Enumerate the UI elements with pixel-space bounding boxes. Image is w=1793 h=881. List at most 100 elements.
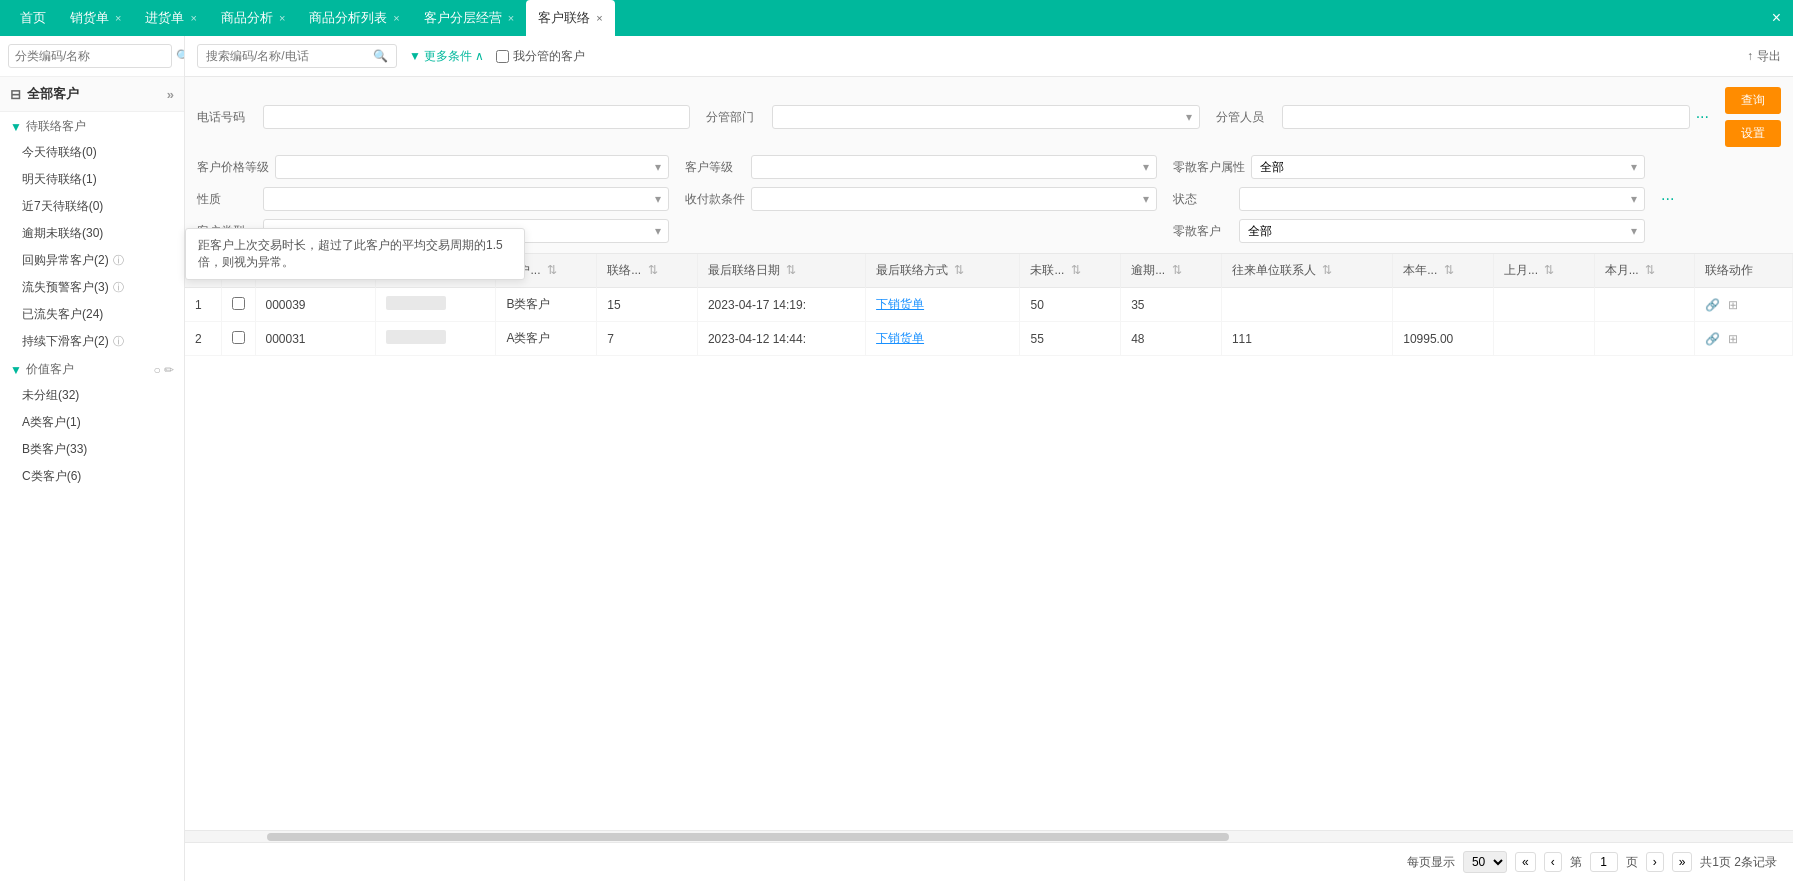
phone-input[interactable] [263,105,690,129]
th-actions: 联络动作 [1695,254,1793,288]
my-customers-checkbox[interactable] [496,50,509,63]
sidebar-item-lost-pre[interactable]: 流失预警客户(3) ⓘ [0,274,184,301]
manager-dots[interactable]: ··· [1696,108,1709,126]
td-lastmonth-1 [1493,288,1594,322]
customer-level-select[interactable] [751,155,1157,179]
horizontal-scrollbar[interactable] [185,830,1793,842]
td-index-1: 1 [185,288,221,322]
action-grid-icon-1[interactable]: ⊞ [1728,298,1738,312]
action-link-icon-2[interactable]: 🔗 [1705,332,1720,346]
sidebar-search-input[interactable] [8,44,172,68]
sidebar-item-7days-pending[interactable]: 近7天待联络(0) [0,193,184,220]
manager-input[interactable] [1282,105,1690,129]
row1-checkbox[interactable] [232,297,245,310]
sort-contact-icon[interactable]: ⇅ [648,263,658,277]
nav-item-home[interactable]: 首页 [8,0,58,36]
sidebar-expand-icon[interactable]: » [167,87,174,102]
action-link-icon-1[interactable]: 🔗 [1705,298,1720,312]
nav-close-customer-tier[interactable]: × [508,12,514,24]
row3-dots[interactable]: ··· [1661,190,1674,208]
export-btn[interactable]: ↑ 导出 [1747,48,1781,65]
th-last-contact-date: 最后联络日期 ⇅ [697,254,865,288]
sort-date-icon[interactable]: ⇅ [786,263,796,277]
table-row: 1 000039 B类客户 15 2023-04-17 14:19: 下销货单 … [185,288,1793,322]
sidebar-item-lost[interactable]: 已流失客户(24) [0,301,184,328]
status-select[interactable] [1239,187,1645,211]
th-last-month: 上月... ⇅ [1493,254,1594,288]
nav-item-analysis[interactable]: 商品分析 × [209,0,297,36]
search-input[interactable] [206,49,373,63]
sidebar-item-today-pending[interactable]: 今天待联络(0) [0,139,184,166]
nav-item-analysis-list[interactable]: 商品分析列表 × [297,0,411,36]
content-area: 🔍 ▼ 更多条件 ∧ 我分管的客户 ↑ 导出 电话号码 [185,36,1793,881]
sort-thismonth-icon[interactable]: ⇅ [1645,263,1655,277]
retail-attr-select[interactable]: 全部 [1251,155,1645,179]
nav-item-customer-tier[interactable]: 客户分层经营 × [412,0,526,36]
prev-page-btn[interactable]: ‹ [1544,852,1562,872]
window-close-button[interactable]: × [1772,9,1781,27]
manager-field: 分管人员 ··· [1216,105,1709,129]
sidebar-item-repurchase-abnormal[interactable]: 回购异常客户(2) ⓘ [0,247,184,274]
nav-item-customer-contact[interactable]: 客户联络 × [526,0,614,36]
price-level-select[interactable] [275,155,669,179]
td-contact-2: 7 [597,322,698,356]
payment-select[interactable] [751,187,1157,211]
settings-button[interactable]: 设置 [1725,120,1781,147]
query-button[interactable]: 查询 [1725,87,1781,114]
filter-row-1: 电话号码 分管部门 ▾ 分管人员 ··· [197,87,1781,147]
method-link-1[interactable]: 下销货单 [876,297,924,311]
nav-item-purchase[interactable]: 进货单 × [133,0,208,36]
sidebar-value-customer-group[interactable]: ▼ 价值客户 ○ ✏ [0,355,184,382]
sort-lastmonth-icon[interactable]: ⇅ [1544,263,1554,277]
sort-not-contacted-icon[interactable]: ⇅ [1071,263,1081,277]
next-page-btn[interactable]: › [1646,852,1664,872]
main-layout: 🔍 ⊟ 全部客户 » ▼ 待联络客户 今天待联络(0) 明天待联络(1) 近7天… [0,36,1793,881]
sidebar-item-tomorrow-pending[interactable]: 明天待联络(1) [0,166,184,193]
page-suffix: 页 [1626,854,1638,871]
td-method-2: 下销货单 [866,322,1020,356]
nav-close-analysis[interactable]: × [279,12,285,24]
gender-select[interactable] [263,187,669,211]
action-buttons: 查询 设置 [1725,87,1781,147]
retail-customer-field: 零散客户 全部 ▾ [1173,219,1645,243]
sort-annual-icon[interactable]: ⇅ [1444,263,1454,277]
sort-method-icon[interactable]: ⇅ [954,263,964,277]
first-page-btn[interactable]: « [1515,852,1536,872]
dept-select[interactable] [772,105,1199,129]
sort-type-icon[interactable]: ⇅ [547,263,557,277]
sidebar-item-ungroup[interactable]: 未分组(32) [0,382,184,409]
sort-overdue-icon[interactable]: ⇅ [1172,263,1182,277]
last-page-btn[interactable]: » [1672,852,1693,872]
nav-close-analysis-list[interactable]: × [393,12,399,24]
sidebar-all-customers-header[interactable]: ⊟ 全部客户 » [0,77,184,112]
sidebar-item-c-class[interactable]: C类客户(6) [0,463,184,490]
row2-checkbox[interactable] [232,331,245,344]
retail-customer-select[interactable]: 全部 [1239,219,1645,243]
td-date-1: 2023-04-17 14:19: [697,288,865,322]
td-name-1 [375,288,495,322]
sidebar-item-overdue[interactable]: 逾期未联络(30) [0,220,184,247]
nav-close-purchase[interactable]: × [190,12,196,24]
nav-close-sales[interactable]: × [115,12,121,24]
td-code-1: 000039 [255,288,375,322]
nav-close-customer-contact[interactable]: × [596,12,602,24]
filter-bar: 🔍 ▼ 更多条件 ∧ 我分管的客户 ↑ 导出 [185,36,1793,77]
nav-item-sales[interactable]: 销货单 × [58,0,133,36]
status-label: 状态 [1173,191,1233,208]
sidebar-search-icon[interactable]: 🔍 [176,49,185,63]
info-icon-lost-pre: ⓘ [113,280,124,295]
sidebar-item-a-class[interactable]: A类客户(1) [0,409,184,436]
sort-company-icon[interactable]: ⇅ [1322,263,1332,277]
sidebar-edit-icons[interactable]: ○ ✏ [153,363,174,377]
sidebar-pending-contact-group[interactable]: ▼ 待联络客户 [0,112,184,139]
sidebar-item-declining[interactable]: 持续下滑客户(2) ⓘ [0,328,184,355]
per-page-select[interactable]: 50 [1463,851,1507,873]
more-conditions-btn[interactable]: ▼ 更多条件 ∧ [409,48,484,65]
sidebar-item-b-class[interactable]: B类客户(33) [0,436,184,463]
tooltip-box: 距客户上次交易时长，超过了此客户的平均交易周期的1.5倍，则视为异常。 [185,228,525,280]
method-link-2[interactable]: 下销货单 [876,331,924,345]
td-method-1: 下销货单 [866,288,1020,322]
scroll-thumb[interactable] [267,833,1229,841]
action-grid-icon-2[interactable]: ⊞ [1728,332,1738,346]
page-input[interactable] [1590,852,1618,872]
